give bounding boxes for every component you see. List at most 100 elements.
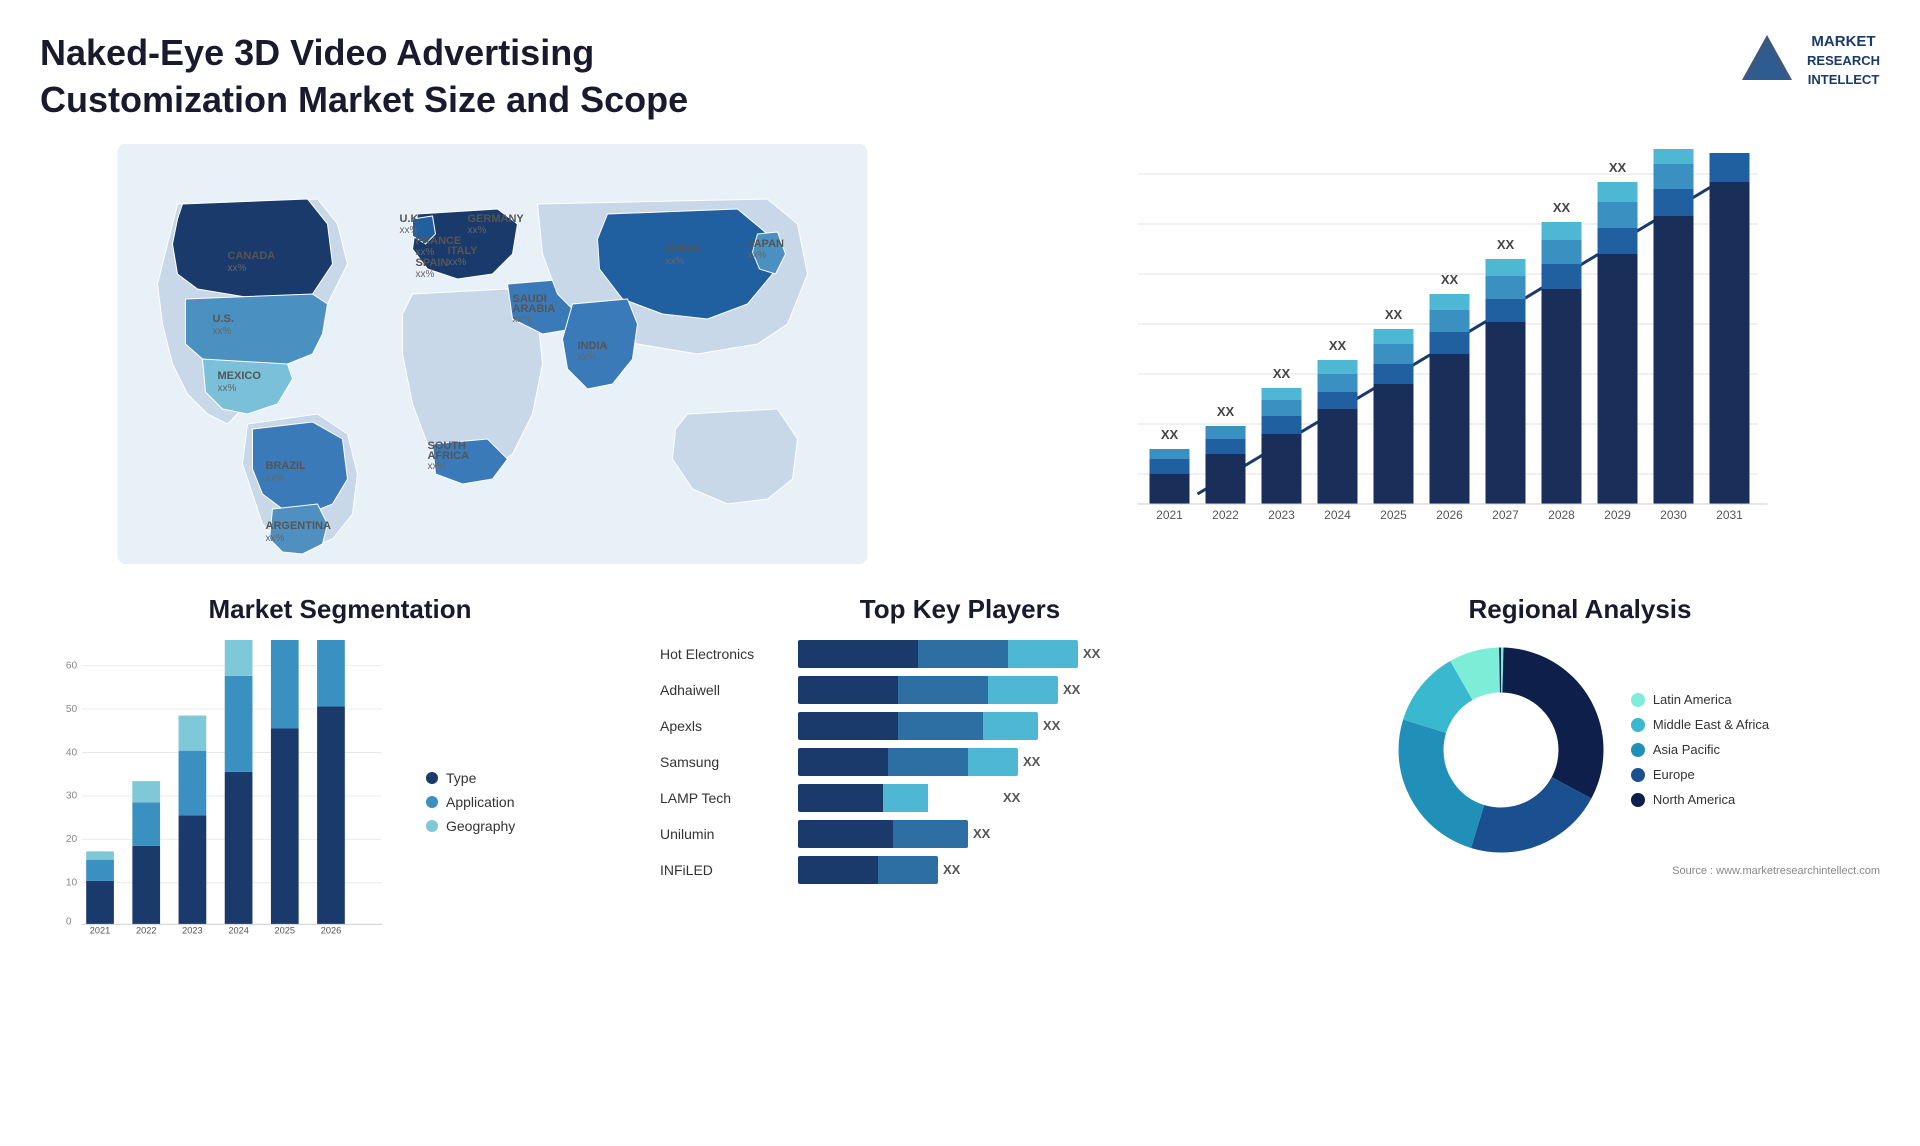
svg-text:xx%: xx% [213,326,232,337]
player-xx-4: XX [1003,790,1020,805]
svg-text:2024: 2024 [228,925,249,935]
svg-text:2023: 2023 [1268,508,1295,522]
player-row-infiled: INFiLED XX [660,856,1260,884]
legend-asia-pacific: Asia Pacific [1631,742,1769,757]
bar-chart-svg: XX 2021 XX 2022 XX 2023 XX 2024 [975,144,1880,564]
player-xx-6: XX [943,862,960,877]
geography-label: Geography [446,818,515,834]
svg-text:ITALY: ITALY [448,245,479,257]
player-name-1: Adhaiwell [660,682,790,698]
svg-text:xx%: xx% [448,257,467,268]
svg-text:xx%: xx% [578,352,597,363]
regional-title: Regional Analysis [1280,594,1880,625]
svg-text:XX: XX [1273,366,1291,381]
asia-pacific-dot [1631,743,1645,757]
player-xx-0: XX [1083,646,1100,661]
map-svg: CANADA xx% U.S. xx% MEXICO xx% BRAZIL xx… [40,144,945,564]
player-bar-4: XX [798,784,1260,812]
logo-line2: RESEARCH [1807,52,1880,70]
svg-text:2025: 2025 [275,925,296,935]
logo-text: MARKET RESEARCH INTELLECT [1807,31,1880,88]
svg-text:xx%: xx% [428,461,447,472]
legend-application: Application [426,794,640,810]
svg-text:XX: XX [1161,427,1179,442]
donut-chart [1391,640,1611,860]
svg-text:xx%: xx% [266,473,285,484]
legend-container: Type Application Geography [406,770,640,834]
player-xx-2: XX [1043,718,1060,733]
players-title: Top Key Players [660,594,1260,625]
logo-line3: INTELLECT [1807,71,1880,89]
player-name-5: Unilumin [660,826,790,842]
svg-text:10: 10 [66,877,78,888]
legend-latin-america: Latin America [1631,692,1769,707]
player-xx-1: XX [1063,682,1080,697]
svg-text:40: 40 [66,747,78,758]
svg-text:2027: 2027 [1492,508,1519,522]
svg-text:2022: 2022 [1212,508,1239,522]
player-bar-0: XX [798,640,1260,668]
svg-text:XX: XX [1721,144,1739,147]
legend-north-america: North America [1631,792,1769,807]
svg-text:2029: 2029 [1604,508,1631,522]
players-section: Top Key Players Hot Electronics XX Adhai… [660,594,1260,955]
svg-text:XX: XX [1385,307,1403,322]
svg-text:XX: XX [1329,338,1347,353]
svg-text:2026: 2026 [1436,508,1463,522]
segmentation-section: Market Segmentation 60 50 40 30 20 10 0 [40,594,640,955]
legend-europe: Europe [1631,767,1769,782]
player-bar-3: XX [798,748,1260,776]
svg-text:2028: 2028 [1548,508,1575,522]
svg-text:2022: 2022 [136,925,157,935]
asia-pacific-label: Asia Pacific [1653,742,1720,757]
logo-icon [1737,30,1797,90]
svg-text:xx%: xx% [218,383,237,394]
svg-text:BRAZIL: BRAZIL [266,460,307,472]
svg-text:U.K.: U.K. [400,213,422,225]
legend-geography: Geography [426,818,640,834]
svg-text:CANADA: CANADA [228,250,276,262]
north-america-dot [1631,793,1645,807]
svg-text:XX: XX [1217,404,1235,419]
latin-america-dot [1631,693,1645,707]
svg-text:2026: 2026 [321,925,342,935]
svg-text:xx%: xx% [468,225,487,236]
world-map: CANADA xx% U.S. xx% MEXICO xx% BRAZIL xx… [40,144,945,564]
top-section: CANADA xx% U.S. xx% MEXICO xx% BRAZIL xx… [40,144,1880,564]
svg-text:XX: XX [1553,200,1571,215]
player-name-0: Hot Electronics [660,646,790,662]
type-label: Type [446,770,476,786]
type-dot [426,772,438,784]
player-row-adhaiwell: Adhaiwell XX [660,676,1260,704]
player-name-4: LAMP Tech [660,790,790,806]
svg-text:xx%: xx% [666,256,685,267]
svg-text:2024: 2024 [1324,508,1351,522]
svg-text:CHINA: CHINA [666,243,701,255]
europe-label: Europe [1653,767,1695,782]
svg-text:xx%: xx% [416,269,435,280]
legend-type: Type [426,770,640,786]
svg-text:30: 30 [66,790,78,801]
source-text: Source : www.marketresearchintellect.com [1280,865,1880,877]
application-dot [426,796,438,808]
bar-chart: XX 2021 XX 2022 XX 2023 XX 2024 [975,144,1880,564]
svg-text:0: 0 [66,916,72,927]
page-header: Naked-Eye 3D Video Advertising Customiza… [40,30,1880,124]
player-bar-6: XX [798,856,1260,884]
latin-america-label: Latin America [1653,692,1732,707]
player-name-2: Apexls [660,718,790,734]
middle-east-label: Middle East & Africa [1653,717,1769,732]
svg-text:2031: 2031 [1716,508,1743,522]
svg-text:JAPAN: JAPAN [748,238,785,250]
svg-text:xx%: xx% [266,533,285,544]
svg-text:XX: XX [1441,272,1459,287]
seg-chart-svg: 60 50 40 30 20 10 0 [40,640,391,950]
player-bar-1: XX [798,676,1260,704]
players-list: Hot Electronics XX Adhaiwell [660,640,1260,884]
svg-text:XX: XX [1497,237,1515,252]
svg-text:xx%: xx% [748,250,767,261]
player-bar-2: XX [798,712,1260,740]
seg-chart-wrap: 60 50 40 30 20 10 0 [40,640,391,955]
player-row-hot-electronics: Hot Electronics XX [660,640,1260,668]
svg-text:2025: 2025 [1380,508,1407,522]
